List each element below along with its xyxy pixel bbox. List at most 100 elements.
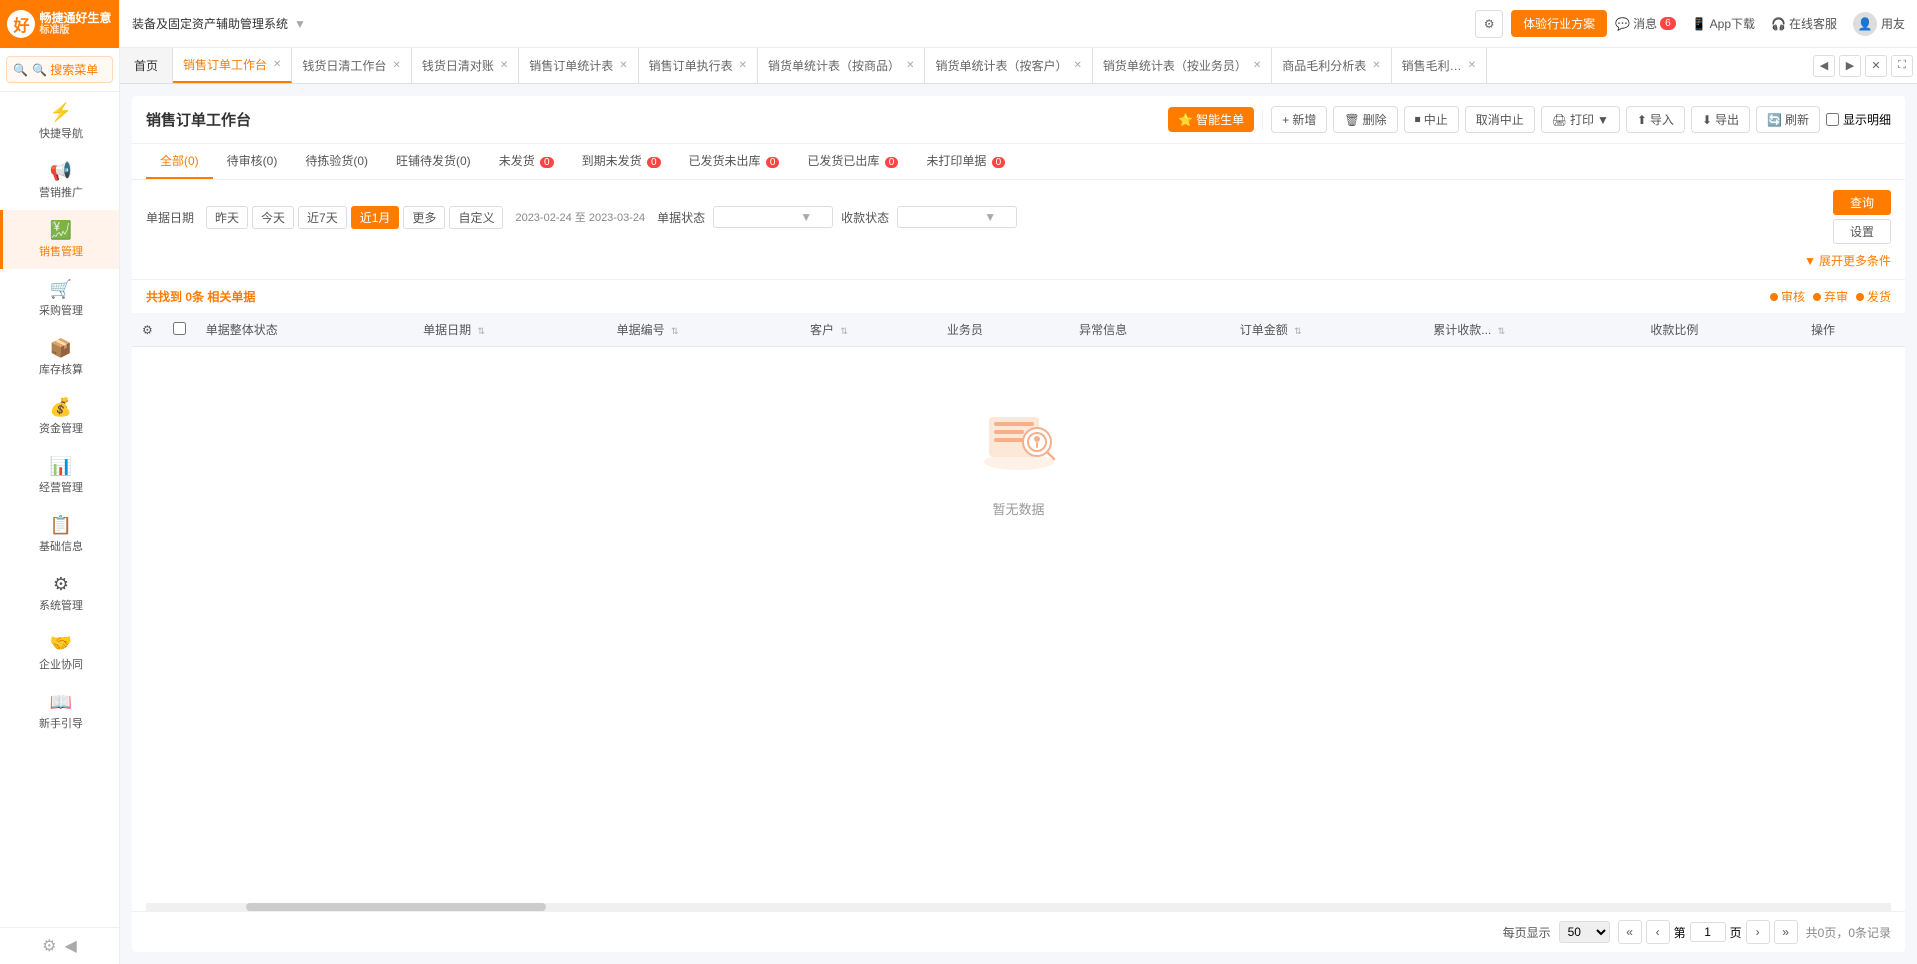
first-page-button[interactable]: « — [1618, 920, 1642, 944]
scrollbar-thumb[interactable] — [246, 903, 546, 911]
tab-close-icon[interactable]: ✕ — [500, 60, 508, 71]
search-icon: 🔍 — [13, 63, 28, 77]
horizontal-scrollbar[interactable] — [146, 903, 1891, 911]
smart-order-button[interactable]: ⭐ 智能生单 — [1168, 107, 1254, 132]
query-button[interactable]: 查询 — [1833, 190, 1891, 215]
cancel-stop-button[interactable]: 取消中止 — [1465, 106, 1535, 133]
expand-filter-button[interactable]: ▼ 展开更多条件 — [1804, 252, 1891, 269]
subtab-wangpu-ship[interactable]: 旺铺待发货(0) — [382, 144, 485, 179]
ship-batch-button[interactable]: 发货 — [1856, 288, 1891, 305]
subtab-unshipped[interactable]: 未发货 0 — [485, 144, 568, 179]
th-customer[interactable]: 客户 ⇅ — [800, 313, 937, 347]
show-detail-checkbox[interactable] — [1826, 113, 1839, 126]
settings-footer-icon[interactable]: ⚙ — [42, 936, 56, 956]
online-service-button[interactable]: 🎧 在线客服 — [1771, 15, 1837, 32]
subtab-pending-inspect[interactable]: 待拣验货(0) — [291, 144, 382, 179]
delete-button[interactable]: 🗑 删除 — [1333, 106, 1397, 133]
sidebar-item-enterprise[interactable]: 🤝 企业协同 — [0, 623, 119, 682]
select-all-checkbox[interactable] — [173, 322, 186, 335]
sidebar-item-system[interactable]: ⚙ 系统管理 — [0, 564, 119, 623]
table-header-row: ⚙ 单据整体状态 单据日期 ⇅ — [132, 313, 1905, 347]
payment-select[interactable]: ▼ — [897, 206, 1017, 228]
subtab-pending-review[interactable]: 待审核(0) — [213, 144, 292, 179]
tab-close-icon[interactable]: ✕ — [906, 60, 914, 71]
tab-home[interactable]: 首页 — [120, 48, 173, 83]
th-collected[interactable]: 累计收款... ⇅ — [1423, 313, 1640, 347]
unprinted-badge: 0 — [992, 157, 1006, 168]
user-menu-button[interactable]: 👤 用友 — [1853, 12, 1905, 36]
collapse-icon[interactable]: ◀ — [65, 936, 77, 956]
tab-close-all-button[interactable]: ✕ — [1865, 55, 1887, 77]
th-number[interactable]: 单据编号 ⇅ — [607, 313, 800, 347]
setting-button[interactable]: 设置 — [1833, 219, 1891, 244]
add-button[interactable]: + 新增 — [1271, 106, 1327, 133]
review-batch-button[interactable]: 审核 — [1770, 288, 1805, 305]
tab-gross-profit[interactable]: 商品毛利分析表 ✕ — [1272, 48, 1391, 83]
tab-close-icon[interactable]: ✕ — [392, 60, 400, 71]
tab-reconcile[interactable]: 钱货日清对账 ✕ — [412, 48, 519, 83]
sidebar-item-marketing[interactable]: 📢 营销推广 — [0, 151, 119, 210]
print-button[interactable]: 🖨 打印 ▼ — [1541, 106, 1620, 133]
sidebar-item-operations[interactable]: 📊 经营管理 — [0, 446, 119, 505]
prev-page-button[interactable]: ‹ — [1646, 920, 1670, 944]
refresh-button[interactable]: 🔄 刷新 — [1756, 106, 1820, 133]
sidebar-item-sales[interactable]: 💹 销售管理 — [0, 210, 119, 269]
search-menu-button[interactable]: 🔍 🔍 搜索菜单 — [6, 56, 113, 83]
tab-close-icon[interactable]: ✕ — [619, 60, 627, 71]
sidebar-item-quick[interactable]: ⚡ 快捷导航 — [0, 92, 119, 151]
th-amount[interactable]: 订单金额 ⇅ — [1230, 313, 1423, 347]
sidebar-item-label: 库存核算 — [39, 361, 83, 377]
tab-close-icon[interactable]: ✕ — [1073, 60, 1081, 71]
sidebar-item-guide[interactable]: 📖 新手引导 — [0, 682, 119, 741]
tab-sales-by-product[interactable]: 销货单统计表（按商品） ✕ — [758, 48, 925, 83]
last-page-button[interactable]: » — [1774, 920, 1798, 944]
subtab-shipped-not-out[interactable]: 已发货未出库 0 — [675, 144, 794, 179]
tab-order-exec[interactable]: 销售订单执行表 ✕ — [639, 48, 758, 83]
message-button[interactable]: 💬 消息 6 — [1615, 15, 1676, 32]
last-month-button[interactable]: 近1月 — [351, 206, 400, 229]
custom-button[interactable]: 自定义 — [449, 206, 503, 229]
tab-close-icon[interactable]: ✕ — [1253, 60, 1261, 71]
sort-icon: ⇅ — [477, 326, 485, 336]
tab-daily-clear[interactable]: 钱货日清工作台 ✕ — [292, 48, 411, 83]
tab-sales-workbench[interactable]: 销售订单工作台 ✕ — [173, 48, 292, 83]
tab-scroll-right-button[interactable]: ▶ — [1839, 55, 1861, 77]
sidebar-item-finance[interactable]: 💰 资金管理 — [0, 387, 119, 446]
cancel-review-batch-button[interactable]: 弃审 — [1813, 288, 1848, 305]
sidebar-item-purchase[interactable]: 🛒 采购管理 — [0, 269, 119, 328]
import-button[interactable]: ⬆ 导入 — [1626, 106, 1685, 133]
tab-close-icon[interactable]: ✕ — [273, 59, 281, 70]
tab-close-icon[interactable]: ✕ — [1372, 60, 1380, 71]
tab-sales-by-customer[interactable]: 销货单统计表（按客户） ✕ — [925, 48, 1092, 83]
yesterday-button[interactable]: 昨天 — [206, 206, 248, 229]
tab-close-icon[interactable]: ✕ — [739, 60, 747, 71]
tab-order-stats[interactable]: 销售订单统计表 ✕ — [519, 48, 638, 83]
subtab-overdue-unshipped[interactable]: 到期未发货 0 — [568, 144, 675, 179]
sidebar-item-basic[interactable]: 📋 基础信息 — [0, 505, 119, 564]
page-input[interactable] — [1690, 922, 1726, 942]
subtab-all[interactable]: 全部(0) — [146, 144, 213, 179]
page-size-select[interactable]: 10 20 50 100 — [1559, 921, 1610, 943]
subtab-shipped-out[interactable]: 已发货已出库 0 — [793, 144, 912, 179]
subtab-unprinted[interactable]: 未打印单据 0 — [912, 144, 1019, 179]
tab-close-icon[interactable]: ✕ — [1468, 60, 1476, 71]
sort-icon: ⇅ — [671, 326, 679, 336]
th-date[interactable]: 单据日期 ⇅ — [413, 313, 606, 347]
th-salesperson: 业务员 — [937, 313, 1069, 347]
more-button[interactable]: 更多 — [403, 206, 445, 229]
headset-icon: 🎧 — [1771, 17, 1786, 31]
next-page-button[interactable]: › — [1746, 920, 1770, 944]
app-download-button[interactable]: 📱 App下载 — [1692, 15, 1755, 32]
today-button[interactable]: 今天 — [252, 206, 294, 229]
last7days-button[interactable]: 近7天 — [298, 206, 347, 229]
tab-sales-gross[interactable]: 销售毛利… ✕ — [1392, 48, 1487, 83]
tab-maximize-button[interactable]: ⛶ — [1891, 55, 1913, 77]
tab-scroll-left-button[interactable]: ◀ — [1813, 55, 1835, 77]
gear-button[interactable]: ⚙ — [1475, 10, 1503, 38]
tab-sales-by-staff[interactable]: 销货单统计表（按业务员） ✕ — [1093, 48, 1272, 83]
status-select[interactable]: ▼ — [713, 206, 833, 228]
sidebar-item-inventory[interactable]: 📦 库存核算 — [0, 328, 119, 387]
export-button[interactable]: ⬇ 导出 — [1691, 106, 1750, 133]
industry-solution-button[interactable]: 体验行业方案 — [1511, 10, 1607, 37]
stop-button[interactable]: ⏹ 中止 — [1404, 106, 1459, 133]
